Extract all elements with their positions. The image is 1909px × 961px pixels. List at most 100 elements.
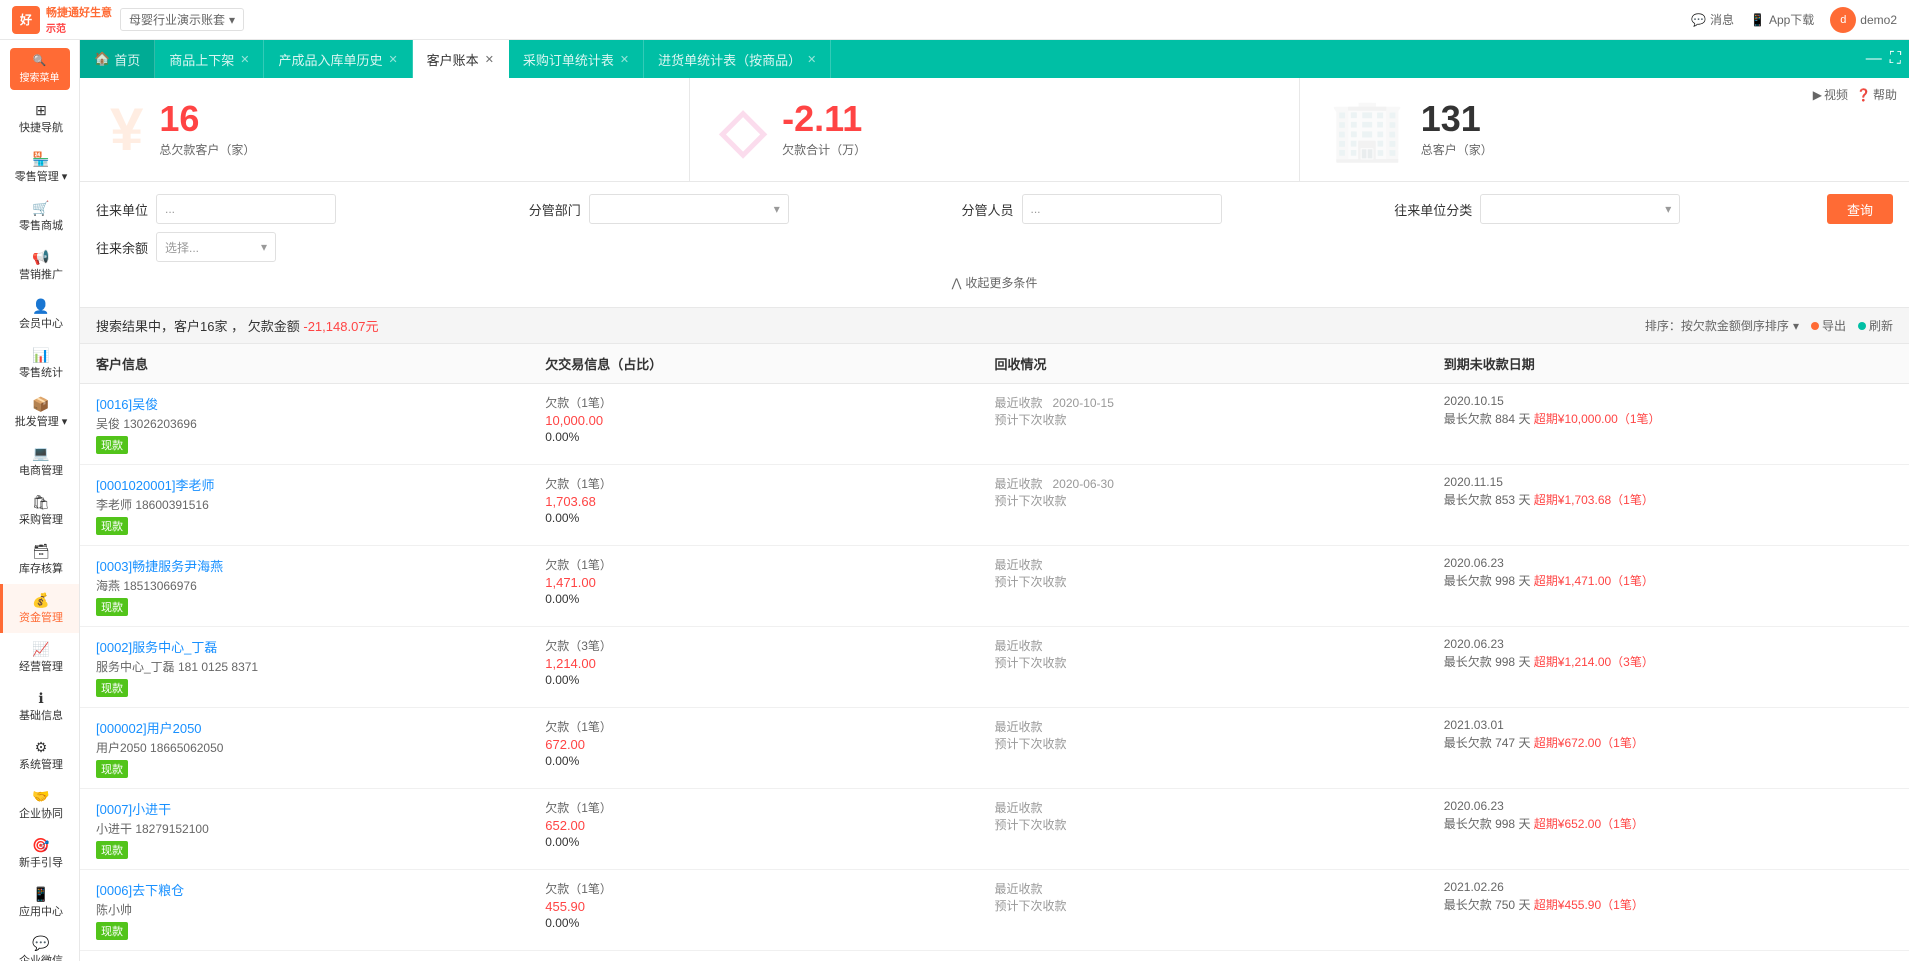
overdue-link[interactable]: 超期¥652.00（1笔）: [1534, 817, 1644, 831]
sidebar-item-xinshou[interactable]: 🎯 新手引导: [0, 829, 79, 878]
sidebar-item-jichu[interactable]: ℹ 基础信息: [0, 682, 79, 731]
customer-name-link[interactable]: [0007]小进干: [96, 799, 545, 818]
customer-name-link[interactable]: [0003]畅捷服务尹海燕: [96, 556, 545, 575]
unit-class-input[interactable]: ▾: [1480, 194, 1680, 224]
sidebar-item-yingyong[interactable]: 📱 应用中心: [0, 878, 79, 927]
search-button[interactable]: 查询: [1827, 194, 1893, 224]
close-icon[interactable]: ✕: [388, 53, 397, 66]
sidebar-item-lingshou[interactable]: 🏪 零售管理 ▾: [0, 143, 79, 192]
sidebar-item-qiye[interactable]: 🤝 企业协同: [0, 780, 79, 829]
overdue-info: 最长欠款 998 天 超期¥1,471.00（1笔）: [1444, 572, 1893, 589]
overdue-link[interactable]: 超期¥1,471.00（1笔）: [1534, 574, 1654, 588]
tab-purchase-stats[interactable]: 进货单统计表（按商品） ✕: [644, 40, 831, 78]
chevron-down-icon: ▾: [1665, 202, 1671, 216]
sidebar-item-huiyuan[interactable]: 👤 会员中心: [0, 290, 79, 339]
nav-icon: 📊: [7, 347, 75, 364]
app-download-btn[interactable]: 📱 App下载: [1750, 11, 1814, 28]
sidebar-search[interactable]: 🔍 搜索菜单: [10, 48, 70, 90]
tab-minimize-icon[interactable]: —: [1866, 50, 1882, 68]
sidebar-item-yingxiao[interactable]: 📢 营销推广: [0, 241, 79, 290]
cell-due: 2020.11.15 最长欠款 853 天 超期¥1,703.68（1笔）: [1444, 475, 1893, 508]
stat-total-customers: 🏢 131 总客户（家） ▶ 视频 ❓ 帮助: [1300, 78, 1909, 181]
customer-phone: 海燕 18513066976: [96, 577, 545, 594]
debt-customers-number: 16: [159, 101, 255, 137]
close-icon[interactable]: ✕: [620, 53, 629, 66]
payment-tag: 现款: [96, 517, 128, 535]
next-payment: 预计下次收款: [995, 573, 1444, 590]
cell-due: 2020.06.23 最长欠款 998 天 超期¥1,214.00（3笔）: [1444, 637, 1893, 670]
sidebar-item-kucun[interactable]: 🗃 库存核算: [0, 535, 79, 584]
export-button[interactable]: 导出: [1811, 317, 1846, 334]
debt-amount: 1,703.68: [545, 494, 994, 509]
help-btn[interactable]: ❓ 帮助: [1856, 86, 1897, 103]
sidebar-item-jingying[interactable]: 📈 经营管理: [0, 633, 79, 682]
customer-name-link[interactable]: [0006]去下粮仓: [96, 880, 545, 899]
sidebar-item-shangcheng[interactable]: 🛒 零售商城: [0, 192, 79, 241]
cell-due: 2021.02.26 最长欠款 750 天 超期¥455.90（1笔）: [1444, 880, 1893, 913]
user-profile[interactable]: d demo2: [1830, 7, 1897, 33]
customer-name-link[interactable]: [0002]服务中心_丁磊: [96, 637, 545, 656]
avatar: d: [1830, 7, 1856, 33]
refresh-button[interactable]: 刷新: [1858, 317, 1893, 334]
due-date: 2020.10.15: [1444, 394, 1893, 408]
close-icon[interactable]: ✕: [485, 53, 494, 66]
sidebar-item-tongji[interactable]: 📊 零售统计: [0, 339, 79, 388]
overdue-link[interactable]: 超期¥455.90（1笔）: [1534, 898, 1644, 912]
debt-count: 欠款（1笔）: [545, 799, 994, 816]
sidebar-item-dianshang[interactable]: 💻 电商管理: [0, 437, 79, 486]
sidebar-item-qiye2[interactable]: 💬 企业微信: [0, 927, 79, 961]
refresh-icon: [1858, 322, 1866, 330]
customer-name-link[interactable]: [0016]吴俊: [96, 394, 545, 413]
message-btn[interactable]: 💬 消息: [1691, 11, 1734, 28]
from-unit-input[interactable]: ...: [156, 194, 336, 224]
nav-icon: 💻: [7, 445, 75, 462]
tab-home[interactable]: 🏠 首页: [80, 40, 155, 78]
debt-amount: 1,471.00: [545, 575, 994, 590]
dept-input[interactable]: ▾: [589, 194, 789, 224]
person-input[interactable]: ...: [1022, 194, 1222, 224]
debt-amount: 672.00: [545, 737, 994, 752]
message-icon: 💬: [1691, 13, 1706, 27]
debt-customers-label: 总欠款客户（家）: [159, 141, 255, 158]
nav-icon: 📦: [7, 396, 75, 413]
customer-name-link[interactable]: [0001020001]李老师: [96, 475, 545, 494]
stat-info-amount: -2.11 欠款合计（万）: [782, 101, 866, 158]
table-row: [0001020001]李老师 李老师 18600391516 现款 欠款（1笔…: [80, 465, 1909, 546]
sidebar-item-caigou[interactable]: 🛍 采购管理: [0, 486, 79, 535]
video-btn[interactable]: ▶ 视频: [1813, 86, 1848, 103]
store-selector[interactable]: 母婴行业演示账套 ▾: [120, 8, 244, 31]
cell-recovery: 最近收款 预计下次收款: [995, 637, 1444, 671]
overdue-link[interactable]: 超期¥1,703.68（1笔）: [1534, 493, 1654, 507]
tab-prod-history[interactable]: 产成品入库单历史 ✕: [264, 40, 412, 78]
sidebar-item-zijin[interactable]: 💰 资金管理: [0, 584, 79, 633]
debt-percent: 0.00%: [545, 835, 994, 849]
customer-name-link[interactable]: [000002]用户2050: [96, 718, 545, 737]
download-icon: 📱: [1750, 13, 1765, 27]
close-icon[interactable]: ✕: [807, 53, 816, 66]
collapse-button[interactable]: ⋀ 收起更多条件: [96, 270, 1893, 295]
due-date: 2021.02.26: [1444, 880, 1893, 894]
overdue-link[interactable]: 超期¥672.00（1笔）: [1534, 736, 1644, 750]
stats-header: ¥ 16 总欠款客户（家） ◇ -2.11 欠款合计（万） 🏢: [80, 78, 1909, 182]
tab-product-off[interactable]: 商品上下架 ✕: [155, 40, 264, 78]
overdue-link[interactable]: 超期¥1,214.00（3笔）: [1534, 655, 1654, 669]
tab-customer-account[interactable]: 客户账本 ✕: [413, 40, 509, 78]
sidebar-item-pifa[interactable]: 📦 批发管理 ▾: [0, 388, 79, 437]
nav-icon: 💬: [7, 935, 75, 952]
tab-expand-icon[interactable]: ⛶: [1890, 50, 1901, 68]
payment-tag: 现款: [96, 922, 128, 940]
close-icon[interactable]: ✕: [240, 53, 249, 66]
overdue-info: 最长欠款 998 天 超期¥1,214.00（3笔）: [1444, 653, 1893, 670]
tab-purchase-order[interactable]: 采购订单统计表 ✕: [509, 40, 644, 78]
overdue-info: 最长欠款 747 天 超期¥672.00（1笔）: [1444, 734, 1893, 751]
total-customers-label: 总客户（家）: [1421, 141, 1493, 158]
sidebar-item-xitong[interactable]: ⚙ 系统管理: [0, 731, 79, 780]
payment-tag: 现款: [96, 436, 128, 454]
chevron-down-icon: ▾: [229, 13, 235, 27]
sidebar-item-kuaijie[interactable]: ⊞ 快捷导航: [0, 94, 79, 143]
sort-selector[interactable]: 排序：按欠款金额倒序排序 ▾: [1645, 317, 1799, 334]
overdue-info: 最长欠款 998 天 超期¥652.00（1笔）: [1444, 815, 1893, 832]
balance-input[interactable]: 选择... ▾: [156, 232, 276, 262]
table-row: [0016]吴俊 吴俊 13026203696 现款 欠款（1笔） 10,000…: [80, 384, 1909, 465]
overdue-link[interactable]: 超期¥10,000.00（1笔）: [1534, 412, 1661, 426]
